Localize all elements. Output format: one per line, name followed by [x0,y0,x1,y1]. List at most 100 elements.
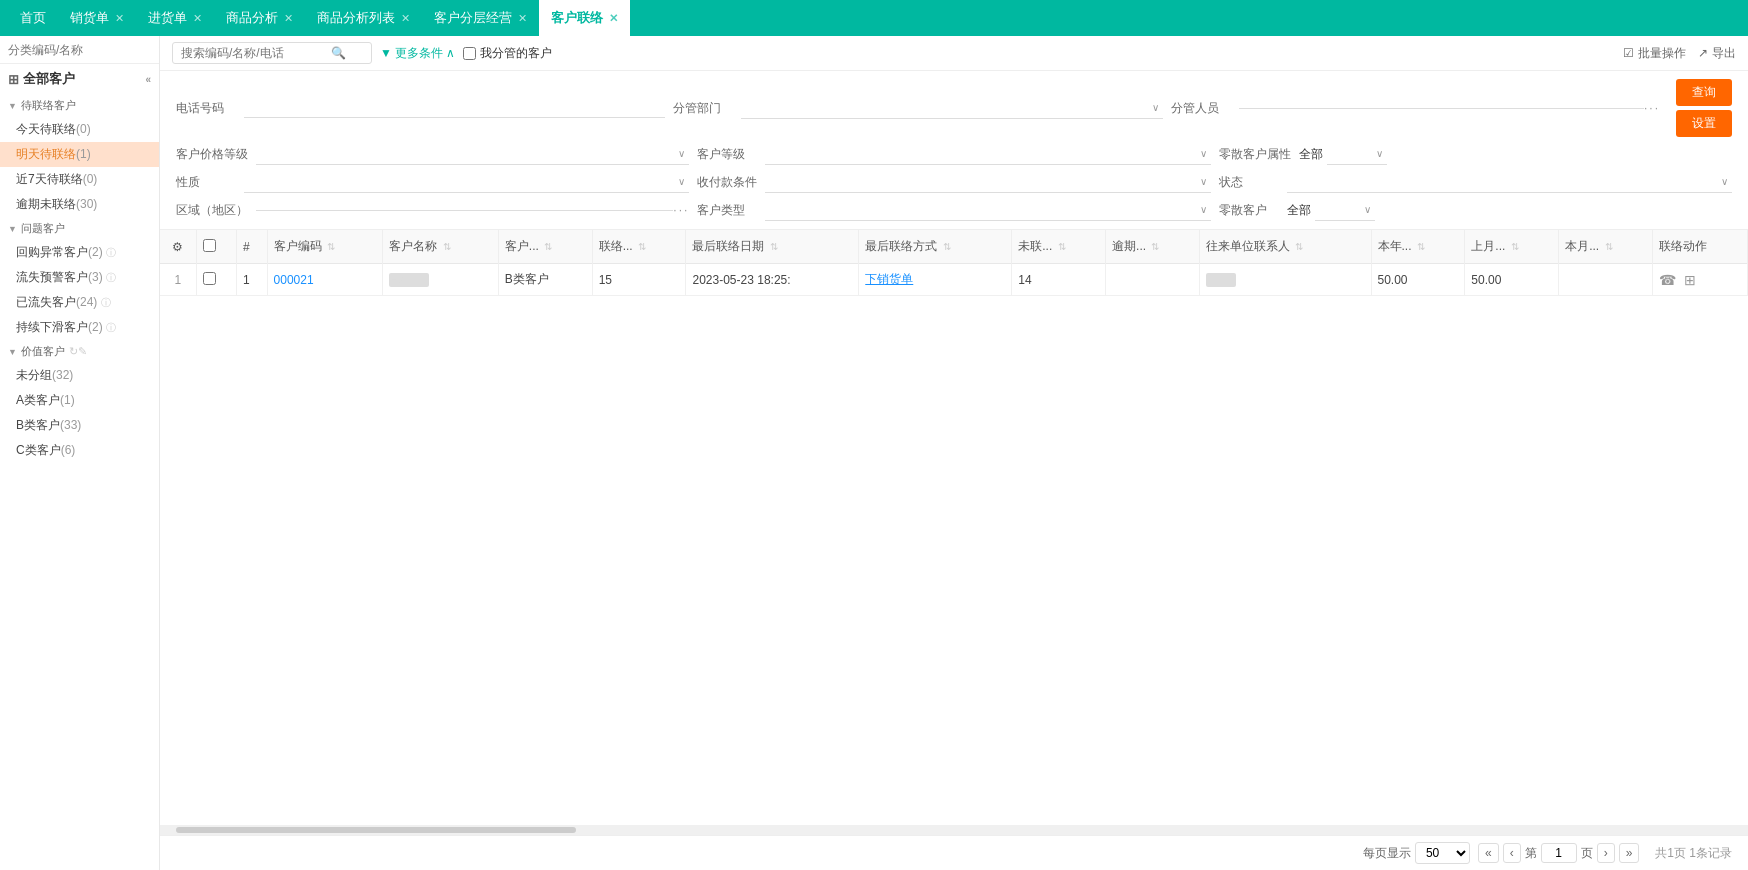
filter-customer-level: 客户等级 ∨ [697,143,1210,165]
my-customer-checkbox[interactable] [463,47,476,60]
more-filter-button[interactable]: ▼ 更多条件 ∧ [380,45,455,62]
close-analysis-icon[interactable]: ✕ [284,12,293,25]
filter-status-select[interactable]: ∨ [1287,171,1732,193]
nav-home[interactable]: 首页 [8,0,58,36]
close-customer-tier-icon[interactable]: ✕ [518,12,527,25]
th-gear[interactable]: ⚙ [160,230,196,264]
sidebar-search-input[interactable] [8,43,158,57]
sidebar-item-churn-warning[interactable]: 流失预警客户(3) ⓘ [0,265,159,290]
close-purchase-icon[interactable]: ✕ [193,12,202,25]
sidebar-item-repurchase-anomaly[interactable]: 回购异常客户(2) ⓘ [0,240,159,265]
filter-phone-input[interactable] [244,99,665,118]
td-name[interactable]: Ea [383,264,499,296]
first-page-button[interactable]: « [1478,843,1499,863]
sidebar-item-today[interactable]: 今天待联络(0) [0,117,159,142]
td-last-method[interactable]: 下销货单 [859,264,1012,296]
page-number-input[interactable] [1541,843,1577,863]
filter-price-level: 客户价格等级 ∨ [176,143,689,165]
filter-retail-attr: 零散客户属性 全部 ∨ [1219,143,1732,165]
sidebar-item-tomorrow[interactable]: 明天待联络(1) [0,142,159,167]
th-name[interactable]: 客户名称 ⇅ [383,230,499,264]
set-button[interactable]: 设置 [1676,110,1732,137]
td-code[interactable]: 000021 [267,264,383,296]
filter-customer-level-select[interactable]: ∨ [765,143,1210,165]
filter-dept-select[interactable]: ∨ [741,97,1162,119]
sidebar-item-class-c[interactable]: C类客户(6) [0,438,159,463]
th-code[interactable]: 客户编码 ⇅ [267,230,383,264]
filter-row-2: 客户价格等级 ∨ 客户等级 ∨ 零散客户属性 全部 ∨ [176,143,1732,165]
filter-nature-select[interactable]: ∨ [244,171,689,193]
page-size-select[interactable]: 50 100 200 [1415,842,1470,864]
close-customer-contact-icon[interactable]: ✕ [609,12,618,25]
sidebar-item-class-a[interactable]: A类客户(1) [0,388,159,413]
chevron-down-icon-2: ∨ [678,148,685,159]
nav-customer-tier[interactable]: 客户分层经营 ✕ [422,0,539,36]
table-area: ⚙ # 客户编码 ⇅ 客户名称 ⇅ 客户... ⇅ 联络... ⇅ 最后联络日期… [160,230,1748,825]
horizontal-scrollbar[interactable] [160,825,1748,835]
all-customers-title[interactable]: ⊞ 全部客户 « [0,64,159,94]
th-checkbox[interactable] [196,230,236,264]
group-pending-contact[interactable]: 待联络客户 [0,94,159,117]
th-overdue[interactable]: 逾期... ⇅ [1106,230,1200,264]
sidebar-item-7days[interactable]: 近7天待联络(0) [0,167,159,192]
th-last-month[interactable]: 上月... ⇅ [1465,230,1559,264]
th-no-contact[interactable]: 未联... ⇅ [1012,230,1106,264]
filter-person-dots[interactable]: ··· [1644,101,1660,115]
sidebar-item-overdue[interactable]: 逾期未联络(30) [0,192,159,217]
sidebar-item-class-b[interactable]: B类客户(33) [0,413,159,438]
query-button[interactable]: 查询 [1676,79,1732,106]
prev-page-button[interactable]: ‹ [1503,843,1521,863]
last-page-button[interactable]: » [1619,843,1640,863]
sidebar-item-declining[interactable]: 持续下滑客户(2) ⓘ [0,315,159,340]
th-this-year[interactable]: 本年... ⇅ [1371,230,1465,264]
chevron-down-icon-3: ∨ [1200,148,1207,159]
next-page-button[interactable]: › [1597,843,1615,863]
select-all-checkbox[interactable] [203,239,216,252]
toolbar: 🔍 ▼ 更多条件 ∧ 我分管的客户 ☑ 批量操作 ↗ 导出 [160,36,1748,71]
filter-retail-attr-select[interactable]: ∨ [1327,143,1387,165]
filter-row-1: 电话号码 分管部门 ∨ 分管人员 ··· 查询 设置 [176,79,1732,137]
chevron-down-icon-9: ∨ [1364,204,1371,215]
filter-nature: 性质 ∨ [176,171,689,193]
th-last-method[interactable]: 最后联络方式 ⇅ [859,230,1012,264]
sidebar-item-churned[interactable]: 已流失客户(24) ⓘ [0,290,159,315]
filter-price-level-select[interactable]: ∨ [256,143,689,165]
close-sales-icon[interactable]: ✕ [115,12,124,25]
td-this-year: 50.00 [1371,264,1465,296]
nav-purchase[interactable]: 进货单 ✕ [136,0,214,36]
action-phone-icon[interactable]: ☎ [1659,272,1676,288]
sidebar: 🔍 ⊞ 全部客户 « 待联络客户 今天待联络(0) 明天待联络(1) 近7天待联… [0,36,160,870]
action-qr-icon[interactable]: ⊞ [1684,272,1696,288]
close-analysis-list-icon[interactable]: ✕ [401,12,410,25]
th-unit-contact[interactable]: 往来单位联系人 ⇅ [1199,230,1371,264]
nav-analysis-list[interactable]: 商品分析列表 ✕ [305,0,422,36]
th-contact[interactable]: 联络... ⇅ [592,230,686,264]
th-this-month[interactable]: 本月... ⇅ [1559,230,1653,264]
filter-retail-customer-select[interactable]: ∨ [1315,199,1375,221]
td-checkbox[interactable] [196,264,236,296]
pagination: « ‹ 第 页 › » [1478,843,1639,863]
export-button[interactable]: ↗ 导出 [1698,45,1736,62]
group-problem-customer[interactable]: 问题客户 [0,217,159,240]
export-label: 导出 [1712,45,1736,62]
filter-customer-type-select[interactable]: ∨ [765,199,1210,221]
chevron-down-icon: ∨ [1152,102,1159,113]
search-button[interactable]: 🔍 [331,46,346,60]
filter-payment-select[interactable]: ∨ [765,171,1210,193]
th-type[interactable]: 客户... ⇅ [498,230,592,264]
nav-sales[interactable]: 销货单 ✕ [58,0,136,36]
group-value-customer[interactable]: 价值客户 ↻ ✎ [0,340,159,363]
my-customer-checkbox-label[interactable]: 我分管的客户 [463,45,552,62]
batch-op-button[interactable]: ☑ 批量操作 [1623,45,1686,62]
sidebar-item-ungrouped[interactable]: 未分组(32) [0,363,159,388]
row-checkbox[interactable] [203,272,216,285]
filter-region-dots[interactable]: ··· [673,203,689,217]
th-last-date[interactable]: 最后联络日期 ⇅ [686,230,859,264]
nav-analysis[interactable]: 商品分析 ✕ [214,0,305,36]
filter-status-label: 状态 [1219,174,1279,191]
sales-order-link[interactable]: 下销货单 [865,272,913,286]
all-customers-label: 全部客户 [23,70,75,88]
main-layout: 🔍 ⊞ 全部客户 « 待联络客户 今天待联络(0) 明天待联络(1) 近7天待联… [0,36,1748,870]
nav-customer-contact[interactable]: 客户联络 ✕ [539,0,630,36]
search-input[interactable] [181,46,331,60]
